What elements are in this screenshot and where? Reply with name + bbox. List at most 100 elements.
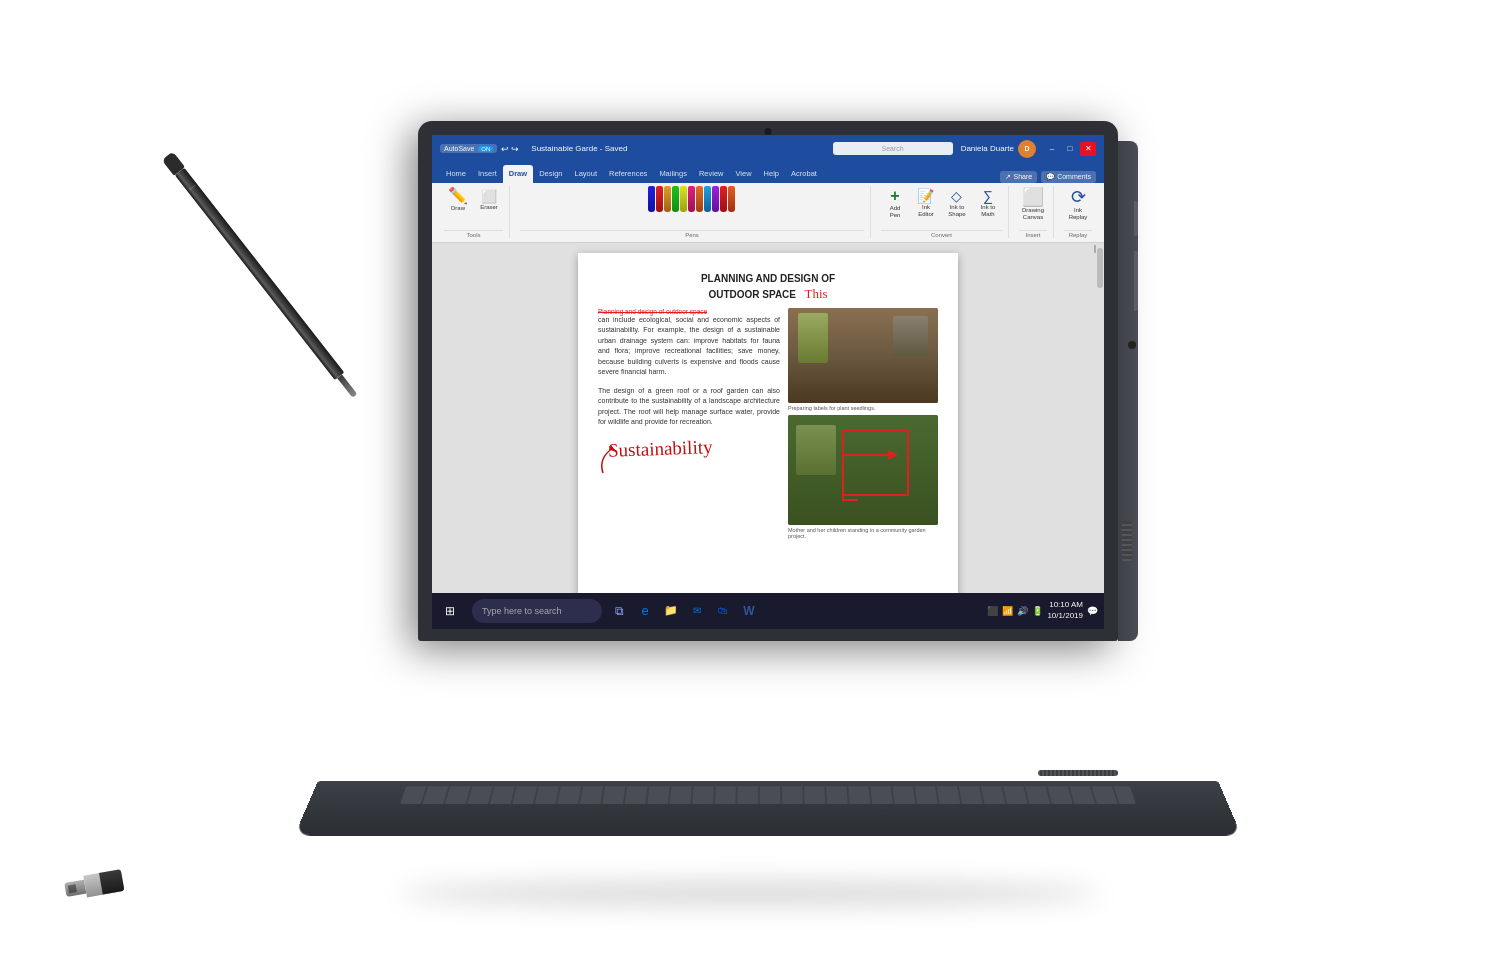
pens-group-label: Pens xyxy=(520,230,864,238)
power-button[interactable] xyxy=(1134,201,1138,236)
right-speaker xyxy=(1122,521,1132,561)
handwritten-this: This xyxy=(804,286,827,301)
search-text: Type here to search xyxy=(482,606,562,616)
replay-icon: ⟳ xyxy=(1071,188,1086,206)
eraser-tool-button[interactable]: ⬜ Eraser xyxy=(475,188,503,213)
pen-yellow[interactable] xyxy=(680,186,687,212)
doc-title-line2: OUTDOOR SPACE xyxy=(708,289,796,300)
main-background: AutoSave ON ↩ ↪ Sustainable Garde - Save… xyxy=(0,0,1500,961)
undo-redo-buttons[interactable]: ↩ ↪ xyxy=(501,144,519,154)
eraser-icon: ⬜ xyxy=(481,190,497,203)
ribbon-group-tools: ✏️ Draw ⬜ Eraser Tools xyxy=(438,186,510,238)
usb-cap xyxy=(99,869,124,894)
tab-design[interactable]: Design xyxy=(533,165,568,183)
tab-review[interactable]: Review xyxy=(693,165,730,183)
screen-display[interactable]: AutoSave ON ↩ ↪ Sustainable Garde - Save… xyxy=(432,135,1104,629)
draw-label: Draw xyxy=(451,205,465,212)
doc-body-text2: The design of a green roof or a roof gar… xyxy=(598,386,780,428)
tab-insert[interactable]: Insert xyxy=(472,165,503,183)
pen-colors xyxy=(648,186,735,212)
ribbon-tabs-row: Home Insert Draw Design Layout Reference… xyxy=(432,163,1104,183)
tab-references[interactable]: References xyxy=(603,165,653,183)
laptop-outer: AutoSave ON ↩ ↪ Sustainable Garde - Save… xyxy=(318,121,1218,841)
document-page: PLANNING AND DESIGN OF OUTDOOR SPACE Thi… xyxy=(578,253,958,629)
notification-icon[interactable]: ⬛ xyxy=(987,606,998,616)
tab-home[interactable]: Home xyxy=(440,165,472,183)
ribbon-group-replay: ⟳ InkReplay Replay xyxy=(1058,186,1098,238)
image-garden xyxy=(788,415,938,525)
insert-group-label: Insert xyxy=(1019,230,1047,238)
draw-tool-button[interactable]: ✏️ Draw xyxy=(444,186,472,214)
edge-icon[interactable]: e xyxy=(634,600,656,622)
tab-help[interactable]: Help xyxy=(758,165,785,183)
pen-orange[interactable] xyxy=(664,186,671,212)
pen-brown[interactable] xyxy=(696,186,703,212)
pen-red2[interactable] xyxy=(720,186,727,212)
insert-buttons: ⬜ DrawingCanvas xyxy=(1019,186,1047,223)
taskview-button[interactable]: ⧉ xyxy=(608,600,630,622)
action-center-icon[interactable]: 💬 xyxy=(1087,606,1098,616)
ribbon-group-pens: Pens xyxy=(514,186,871,238)
tab-mailings[interactable]: Mailings xyxy=(653,165,693,183)
autosave-toggle[interactable]: ON xyxy=(478,146,493,152)
image-seedlings xyxy=(788,308,938,403)
close-button[interactable]: ✕ xyxy=(1080,142,1096,156)
tab-draw[interactable]: Draw xyxy=(503,165,533,183)
svg-rect-0 xyxy=(843,430,908,495)
pen-light-blue[interactable] xyxy=(704,186,711,212)
canvas-icon: ⬜ xyxy=(1022,188,1044,206)
pen-red[interactable] xyxy=(656,186,663,212)
document-area: ▲ PLANNING AND DESIGN OF OUTDOOR SPACE T… xyxy=(432,243,1104,629)
volume-buttons[interactable] xyxy=(1134,251,1138,311)
doc-title-line1: PLANNING AND DESIGN OF xyxy=(598,273,938,284)
add-pen-button[interactable]: + AddPen xyxy=(881,186,909,221)
ink-replay-button[interactable]: ⟳ InkReplay xyxy=(1064,186,1092,223)
maximize-button[interactable]: □ xyxy=(1062,142,1078,156)
draw-icon: ✏️ xyxy=(448,188,468,204)
tab-view[interactable]: View xyxy=(729,165,757,183)
comments-icon: 💬 xyxy=(1046,173,1055,181)
taskbar-right-area: ⬛ 📶 🔊 🔋 10:10 AM 10/1/2019 💬 xyxy=(987,600,1104,621)
volume-icon[interactable]: 🔊 xyxy=(1017,606,1028,616)
drawing-canvas-button[interactable]: ⬜ DrawingCanvas xyxy=(1019,186,1047,223)
ink-editor-button[interactable]: 📝 InkEditor xyxy=(912,187,940,220)
date-display: 10/1/2019 xyxy=(1047,611,1083,621)
comments-button[interactable]: 💬 Comments xyxy=(1041,171,1096,183)
usb-body xyxy=(83,869,124,897)
pen-blue[interactable] xyxy=(648,186,655,212)
search-placeholder: Search xyxy=(882,145,904,152)
pen-green[interactable] xyxy=(672,186,679,212)
redo-button[interactable]: ↪ xyxy=(511,144,519,154)
svg-marker-2 xyxy=(888,450,898,460)
undo-button[interactable]: ↩ xyxy=(501,144,509,154)
store-icon[interactable]: 🛍 xyxy=(712,600,734,622)
stylus-pen xyxy=(162,151,361,400)
start-button[interactable]: ⊞ xyxy=(432,593,468,629)
pen-pink[interactable] xyxy=(688,186,695,212)
image2-caption: Mother and her children standing in a co… xyxy=(788,527,938,539)
vertical-scrollbar[interactable] xyxy=(1096,243,1104,629)
doc-content-area: Planning and design of outdoor space can… xyxy=(598,308,938,539)
fingerprint-sensor[interactable] xyxy=(1128,341,1136,349)
ink-to-math-button[interactable]: ∑ Ink toMath xyxy=(974,187,1002,220)
scrollbar-thumb[interactable] xyxy=(1097,248,1103,288)
taskbar-search-bar[interactable]: Type here to search xyxy=(472,599,602,623)
ink-to-shape-button[interactable]: ◇ Ink toShape xyxy=(943,187,971,220)
word-taskbar-icon[interactable]: W xyxy=(738,600,760,622)
explorer-icon[interactable]: 📁 xyxy=(660,600,682,622)
share-label: Share xyxy=(1013,173,1032,180)
title-search-box[interactable]: Search xyxy=(833,142,953,155)
pen-purple[interactable] xyxy=(712,186,719,212)
mail-icon[interactable]: ✉ xyxy=(686,600,708,622)
tab-layout[interactable]: Layout xyxy=(568,165,603,183)
minimize-button[interactable]: – xyxy=(1044,142,1060,156)
share-button[interactable]: ↗ Share xyxy=(1000,171,1037,183)
eraser-label: Eraser xyxy=(480,204,498,211)
tools-group-label: Tools xyxy=(444,230,503,238)
taskbar: ⊞ Type here to search ⧉ e 📁 ✉ 🛍 W xyxy=(432,593,1104,629)
convert-group-label: Convert xyxy=(881,230,1002,238)
tab-acrobat[interactable]: Acrobat xyxy=(785,165,823,183)
tools-buttons: ✏️ Draw ⬜ Eraser xyxy=(444,186,503,214)
pen-vermillion[interactable] xyxy=(728,186,735,212)
ink-math-icon: ∑ xyxy=(983,189,993,203)
